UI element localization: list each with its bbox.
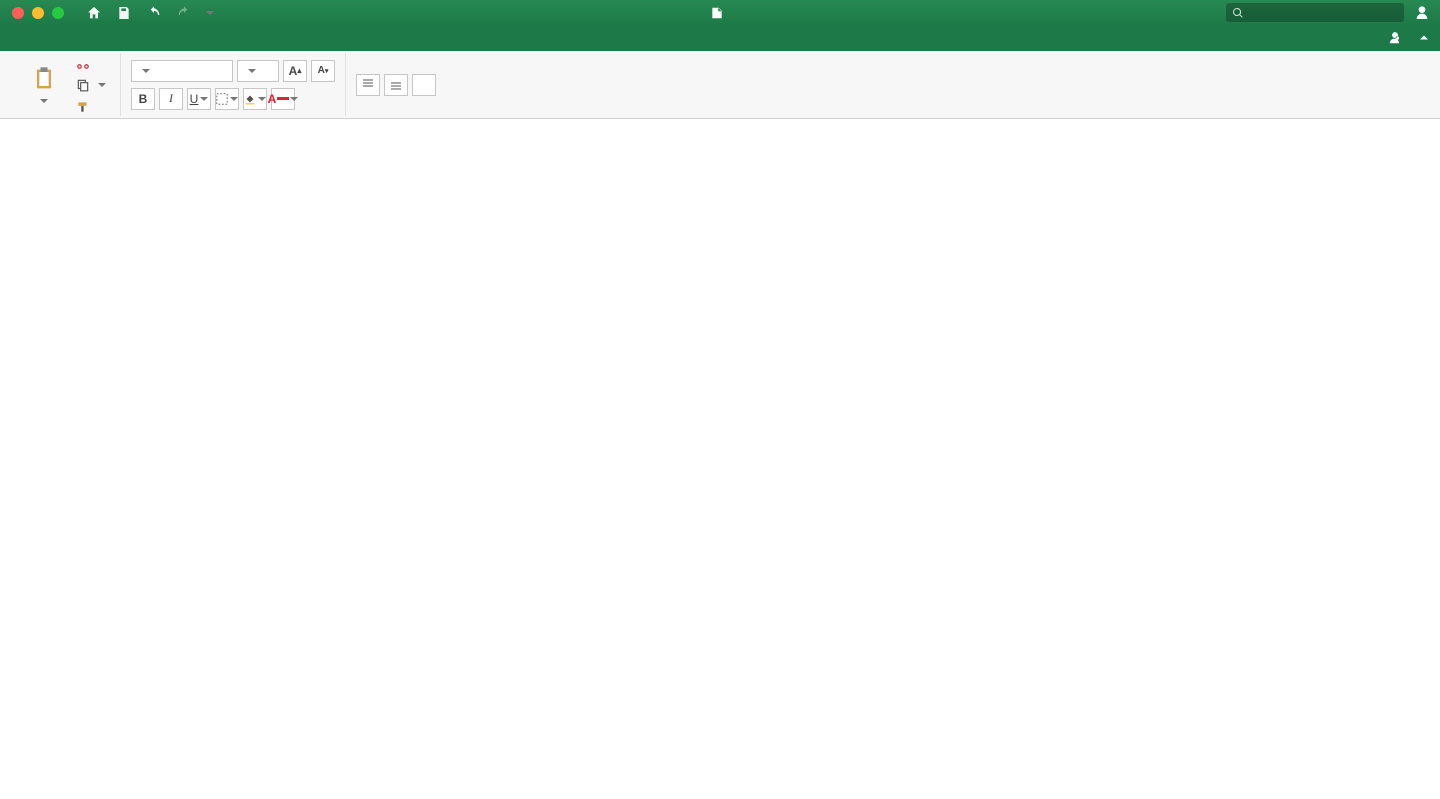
qat-customize-dropdown[interactable] [206,11,214,19]
redo-icon[interactable] [176,5,192,21]
align-middle-button[interactable] [384,74,408,96]
align-top-icon [361,78,375,92]
share-button[interactable] [1388,31,1406,45]
save-icon[interactable] [116,5,132,21]
search-sheet-input[interactable] [1226,3,1404,22]
decrease-font-button[interactable]: A▾ [311,60,335,82]
clipboard-group [6,53,121,116]
scissors-icon [76,56,90,70]
paste-button[interactable] [16,65,72,105]
copy-icon [76,78,90,92]
collapse-ribbon-icon[interactable] [1418,32,1430,44]
font-group: A▴ A▾ B I U A [121,53,346,116]
home-icon[interactable] [86,5,102,21]
window-controls [0,7,64,19]
align-bottom-icon: { const v = el.getAttribute('data-bind')… [417,78,431,92]
fill-color-button[interactable] [243,88,267,110]
search-icon [1232,7,1244,19]
share-icon [1388,31,1402,45]
zoom-window-button[interactable] [52,7,64,19]
cut-button[interactable] [72,53,110,73]
underline-button[interactable]: U [187,88,211,110]
undo-icon[interactable] [146,5,162,21]
borders-button[interactable] [215,88,239,110]
ribbon: A▴ A▾ B I U A { const v = el.getAttribut… [0,51,1440,119]
borders-icon [216,92,228,106]
font-size-dropdown[interactable] [237,60,279,82]
italic-button[interactable]: I [159,88,183,110]
excel-file-icon [710,6,724,20]
paintbrush-icon [76,100,90,114]
ribbon-tabs [0,25,1440,51]
close-window-button[interactable] [12,7,24,19]
align-middle-icon [389,78,403,92]
title-bar [0,0,1440,25]
minimize-window-button[interactable] [32,7,44,19]
bucket-icon [244,92,256,106]
font-color-button[interactable]: A [271,88,295,110]
format-painter-button[interactable] [72,97,110,117]
align-bottom-button[interactable]: { const v = el.getAttribute('data-bind')… [412,74,436,96]
bold-button[interactable]: B [131,88,155,110]
quick-access-toolbar [86,5,214,21]
increase-font-button[interactable]: A▴ [283,60,307,82]
align-top-button[interactable] [356,74,380,96]
copy-button[interactable] [72,75,110,95]
font-name-dropdown[interactable] [131,60,233,82]
alignment-group: { const v = el.getAttribute('data-bind')… [346,53,446,116]
user-icon[interactable] [1414,5,1430,21]
